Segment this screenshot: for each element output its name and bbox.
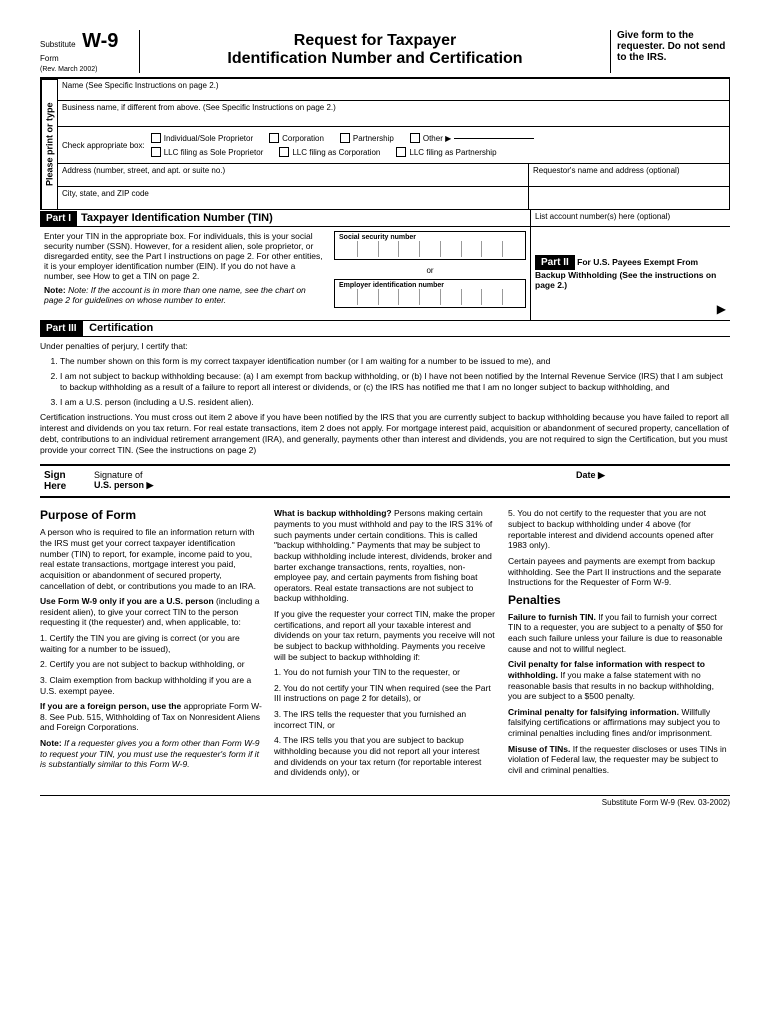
sign-here-label: SignHere bbox=[44, 470, 94, 492]
title-line1: Request for Taxpayer bbox=[150, 32, 600, 50]
requestor-field[interactable]: Requestor's name and address (optional) bbox=[529, 164, 729, 186]
address-field[interactable]: Address (number, street, and apt. or sui… bbox=[58, 164, 529, 186]
page-footer: Substitute Form W-9 (Rev. 03-2002) bbox=[40, 795, 730, 807]
col2-p5: 3. The IRS tells the requester that you … bbox=[274, 709, 496, 730]
check-box-label: Check appropriate box: bbox=[62, 141, 145, 150]
print-type-label: Please print or type bbox=[41, 79, 57, 210]
column-3: 5. You do not certify to the requester t… bbox=[508, 508, 730, 782]
col3-p6: Misuse of TINs. If the requester disclos… bbox=[508, 744, 730, 776]
tin-number-boxes: Social security number or Employer ident… bbox=[330, 227, 530, 320]
header-title: Request for Taxpayer Identification Numb… bbox=[140, 30, 610, 73]
col3-p4: Civil penalty for false information with… bbox=[508, 659, 730, 702]
instructions-columns: Purpose of Form A person who is required… bbox=[40, 508, 730, 782]
part3-badge: Part III bbox=[40, 321, 83, 336]
part2-section: Part II For U.S. Payees Exempt From Back… bbox=[530, 227, 730, 320]
checkbox-llc-corp[interactable] bbox=[279, 147, 289, 157]
form-header: Substitute W-9 Form (Rev. March 2002) Re… bbox=[40, 30, 730, 79]
column-1: Purpose of Form A person who is required… bbox=[40, 508, 262, 782]
checkbox-llc-sole[interactable] bbox=[151, 147, 161, 157]
tin-instructions: Enter your TIN in the appropriate box. F… bbox=[40, 227, 330, 320]
checkbox-partnership[interactable] bbox=[340, 133, 350, 143]
col3-p1: 5. You do not certify to the requester t… bbox=[508, 508, 730, 551]
taxpayer-info-block: Please print or type Name (See Specific … bbox=[40, 79, 730, 210]
cert-instructions: Certification instructions. You must cro… bbox=[40, 412, 730, 456]
column-2: What is backup withholding? Persons maki… bbox=[274, 508, 496, 782]
form-label: Form bbox=[40, 54, 59, 63]
col1-p6: If you are a foreign person, use the app… bbox=[40, 701, 262, 733]
city-state-zip-field[interactable]: City, state, and ZIP code bbox=[58, 187, 529, 209]
certification-section: Under penalties of perjury, I certify th… bbox=[40, 337, 730, 460]
ssn-box[interactable]: Social security number bbox=[334, 231, 526, 260]
label-individual: Individual/Sole Proprietor bbox=[164, 134, 253, 143]
purpose-heading: Purpose of Form bbox=[40, 508, 262, 523]
substitute-label: Substitute bbox=[40, 40, 76, 49]
ein-label: Employer identification number bbox=[337, 282, 523, 289]
col3-p3: Failure to furnish TIN. If you fail to f… bbox=[508, 612, 730, 655]
checkbox-corporation[interactable] bbox=[269, 133, 279, 143]
ein-box[interactable]: Employer identification number bbox=[334, 279, 526, 308]
label-corporation: Corporation bbox=[282, 134, 324, 143]
tin-text: Enter your TIN in the appropriate box. F… bbox=[44, 231, 323, 281]
col2-p3: 1. You do not furnish your TIN to the re… bbox=[274, 667, 496, 678]
header-left: Substitute W-9 Form (Rev. March 2002) bbox=[40, 30, 140, 73]
signature-row: SignHere Signature of U.S. person ▶ Date… bbox=[40, 464, 730, 498]
part3-title: Certification bbox=[85, 320, 157, 336]
checkbox-other[interactable] bbox=[410, 133, 420, 143]
tin-section: Enter your TIN in the appropriate box. F… bbox=[40, 227, 730, 321]
part2-badge: Part II bbox=[535, 255, 575, 270]
entity-type-row: Check appropriate box: Individual/Sole P… bbox=[57, 127, 730, 164]
label-partnership: Partnership bbox=[353, 134, 394, 143]
label-llc-corp: LLC filing as Corporation bbox=[292, 148, 380, 157]
tin-note: Note: If the account is in more than one… bbox=[44, 285, 306, 305]
or-label: or bbox=[334, 266, 526, 275]
tin-note-label: Note: bbox=[44, 285, 66, 295]
col1-p4: 2. Certify you are not subject to backup… bbox=[40, 659, 262, 670]
signature-field[interactable]: Signature of U.S. person ▶ bbox=[94, 470, 576, 492]
part3-header-row: Part III Certification bbox=[40, 321, 730, 337]
col1-p2: Use Form W-9 only if you are a U.S. pers… bbox=[40, 596, 262, 628]
label-llc-sole: LLC filing as Sole Proprietor bbox=[164, 148, 264, 157]
col3-p5: Criminal penalty for falsifying informat… bbox=[508, 707, 730, 739]
revision-date: (Rev. March 2002) bbox=[40, 66, 97, 73]
requestor-field-cont[interactable] bbox=[529, 187, 729, 209]
business-name-field[interactable]: Business name, if different from above. … bbox=[57, 101, 730, 127]
cert-item3: I am a U.S. person (including a U.S. res… bbox=[60, 397, 730, 408]
part1-title: Taxpayer Identification Number (TIN) bbox=[77, 210, 277, 226]
cert-intro: Under penalties of perjury, I certify th… bbox=[40, 341, 730, 352]
title-line2: Identification Number and Certification bbox=[150, 50, 600, 68]
cert-item2: I am not subject to backup withholding b… bbox=[60, 371, 730, 393]
ssn-label: Social security number bbox=[337, 234, 523, 241]
col2-p4: 2. You do not certify your TIN when requ… bbox=[274, 683, 496, 704]
col2-p2: If you give the requester your correct T… bbox=[274, 609, 496, 662]
part1-header-row: Part I Taxpayer Identification Number (T… bbox=[40, 210, 730, 227]
part2-arrow: ▶ bbox=[535, 302, 726, 316]
col2-p6: 4. The IRS tells you that you are subjec… bbox=[274, 735, 496, 778]
col3-p2: Certain payees and payments are exempt f… bbox=[508, 556, 730, 588]
cert-item1: The number shown on this form is my corr… bbox=[60, 356, 730, 367]
col1-p7: Note: If a requester gives you a form ot… bbox=[40, 738, 262, 770]
part1-badge: Part I bbox=[40, 211, 77, 226]
list-account-field[interactable]: List account number(s) here (optional) bbox=[530, 210, 730, 226]
label-other: Other ▶ bbox=[423, 134, 451, 143]
date-field[interactable]: Date ▶ bbox=[576, 470, 726, 492]
col2-p1: What is backup withholding? Persons maki… bbox=[274, 508, 496, 604]
col1-p1: A person who is required to file an info… bbox=[40, 527, 262, 591]
checkbox-individual[interactable] bbox=[151, 133, 161, 143]
form-code: W-9 bbox=[82, 30, 118, 53]
checkbox-llc-part[interactable] bbox=[396, 147, 406, 157]
penalties-heading: Penalties bbox=[508, 593, 730, 608]
header-instruction: Give form to the requester. Do not send … bbox=[610, 30, 730, 73]
name-field[interactable]: Name (See Specific Instructions on page … bbox=[57, 79, 730, 101]
col1-p3: 1. Certify the TIN you are giving is cor… bbox=[40, 633, 262, 654]
label-llc-part: LLC filing as Partnership bbox=[409, 148, 496, 157]
col1-p5: 3. Claim exemption from backup withholdi… bbox=[40, 675, 262, 696]
